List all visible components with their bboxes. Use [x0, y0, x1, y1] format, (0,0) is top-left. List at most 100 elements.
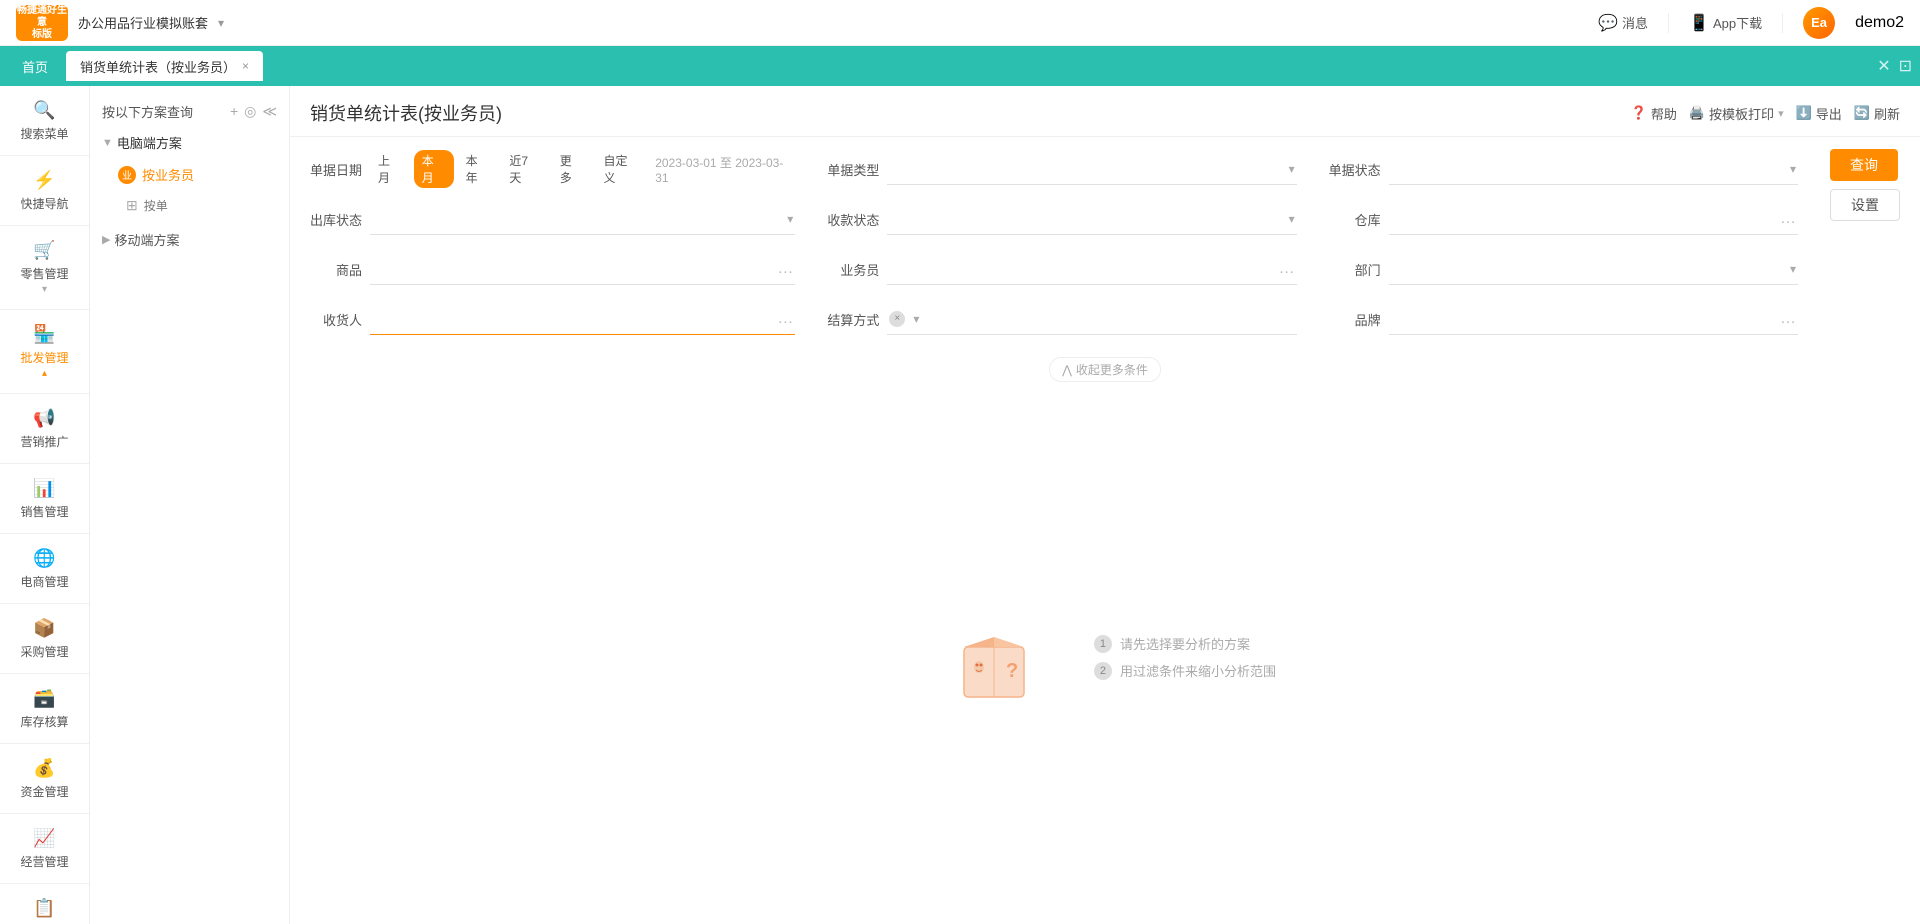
pc-group-label[interactable]: ▼ 电脑端方案: [90, 127, 289, 158]
reset-button[interactable]: 设置: [1830, 189, 1900, 221]
app-download-button[interactable]: 📱 App下载: [1689, 13, 1762, 33]
out-status-down-icon[interactable]: ▾: [785, 212, 795, 226]
filter-out-status-label: 出库状态: [310, 210, 362, 229]
pc-plan-group: ▼ 电脑端方案 业 按业务员 ⊞ 按单: [90, 127, 289, 224]
filter-receiver-label: 收货人: [310, 310, 362, 329]
marketing-icon: 📢: [33, 406, 55, 431]
collect-down-icon[interactable]: ▾: [1287, 212, 1297, 226]
plan-item-by-order[interactable]: ⊞ 按单: [90, 191, 289, 220]
salesman-dots-icon[interactable]: …: [1277, 260, 1297, 278]
sidebar-item-purchase[interactable]: 📦 采购管理: [0, 604, 89, 674]
sidebar-item-ops[interactable]: 📈 经营管理: [0, 814, 89, 884]
filter-department-input[interactable]: [1389, 253, 1788, 284]
company-title: 办公用品行业模拟账套: [78, 13, 208, 32]
collapse-button[interactable]: ⋀ 收起更多条件: [1049, 357, 1161, 382]
filter-department-item: 部门 ▾: [1313, 249, 1814, 289]
basic-icon: 📋: [33, 896, 55, 921]
filter-collect-status-control[interactable]: ▾: [887, 203, 1296, 235]
filter-goods-control[interactable]: …: [370, 253, 795, 285]
filter-brand-control[interactable]: …: [1389, 303, 1798, 335]
filter-status-control[interactable]: ▾: [1389, 153, 1798, 185]
add-plan-icon[interactable]: +: [230, 103, 238, 120]
sidebar: 🔍 搜索菜单 ⚡ 快捷导航 🛒 零售管理 ▾ 🏪 批发管理 ▴ 📢 营销推广 📊…: [0, 86, 90, 924]
plan-item-salesman[interactable]: 业 按业务员: [90, 158, 289, 191]
payment-down-icon[interactable]: ▾: [911, 312, 921, 326]
type-down-icon[interactable]: ▾: [1287, 162, 1297, 176]
brand-dots-icon[interactable]: …: [1778, 310, 1798, 328]
top-header: 畅捷通好生意 标版 办公用品行业模拟账套 ▾ 💬 消息 📱 App下载 Ea d…: [0, 0, 1920, 46]
ecom-icon: 🌐: [33, 546, 55, 571]
filter-status-input[interactable]: [1389, 153, 1788, 184]
sidebar-retail-label: 零售管理: [20, 266, 68, 283]
status-down-icon[interactable]: ▾: [1788, 162, 1798, 176]
sidebar-item-retail[interactable]: 🛒 零售管理 ▾: [0, 226, 89, 310]
date-tab-7days[interactable]: 近7天: [501, 150, 547, 188]
sidebar-item-basic[interactable]: 📋 基础信息: [0, 884, 89, 924]
sidebar-item-sales[interactable]: 📊 销售管理: [0, 464, 89, 534]
sidebar-item-ecom[interactable]: 🌐 电商管理: [0, 534, 89, 604]
filter-type-control[interactable]: ▾: [887, 153, 1296, 185]
message-button[interactable]: 💬 消息: [1598, 13, 1648, 33]
left-panel-icons: + ◎ ≪: [230, 103, 277, 120]
filter-warehouse-control[interactable]: …: [1389, 203, 1798, 235]
tab-home[interactable]: 首页: [8, 51, 62, 81]
date-tab-this-year[interactable]: 本年: [458, 150, 498, 188]
template-print-button[interactable]: 🖨️ 按模板打印 ▾: [1689, 104, 1784, 123]
filter-receiver-input[interactable]: [370, 303, 775, 334]
sidebar-search-label: 搜索菜单: [20, 126, 68, 143]
mobile-group-arrow: ▶: [102, 233, 110, 246]
settings-plan-icon[interactable]: ◎: [244, 103, 256, 120]
filter-warehouse-input[interactable]: [1389, 203, 1778, 234]
sidebar-item-search[interactable]: 🔍 搜索菜单: [0, 86, 89, 156]
filter-payment-control[interactable]: × ▾: [887, 303, 1296, 335]
empty-step-2: 2 用过滤条件来缩小分析范围: [1094, 661, 1276, 680]
filter-goods-input[interactable]: [370, 253, 775, 284]
receiver-dots-icon[interactable]: …: [775, 310, 795, 328]
wholesale-expand-icon: ▴: [42, 367, 47, 381]
header-divider-2: [1782, 13, 1783, 33]
sidebar-item-inventory[interactable]: 🗃️ 库存核算: [0, 674, 89, 744]
date-tabs: 上月 本月 本年 近7天 更多 自定义 2023-03-01 至 2023-03…: [370, 150, 795, 188]
filter-receiver-control[interactable]: …: [370, 303, 795, 335]
date-tab-more[interactable]: 更多: [552, 150, 592, 188]
warehouse-dots-icon[interactable]: …: [1778, 210, 1798, 228]
filter-receiver-item: 收货人 …: [310, 299, 811, 339]
export-button[interactable]: ⬇️ 导出: [1796, 104, 1842, 123]
department-down-icon[interactable]: ▾: [1788, 262, 1798, 276]
company-dropdown-icon[interactable]: ▾: [218, 16, 224, 30]
avatar[interactable]: Ea: [1803, 7, 1835, 39]
filter-salesman-control[interactable]: …: [887, 253, 1296, 285]
date-tab-this-month[interactable]: 本月: [414, 150, 454, 188]
payment-clear-icon[interactable]: ×: [889, 311, 905, 327]
empty-state: ? 1 请先选择要分析的方案 2 用过滤条件来缩小分析范围: [290, 390, 1920, 924]
window-close-icon[interactable]: ✕: [1877, 56, 1890, 76]
tab-close-icon[interactable]: ×: [242, 60, 249, 72]
sidebar-item-nav[interactable]: ⚡ 快捷导航: [0, 156, 89, 226]
goods-dots-icon[interactable]: …: [775, 260, 795, 278]
inventory-icon: 🗃️: [33, 686, 55, 711]
tab-active[interactable]: 销货单统计表（按业务员） ×: [66, 51, 263, 81]
sidebar-item-wholesale[interactable]: 🏪 批发管理 ▴: [0, 310, 89, 394]
date-tab-last-month[interactable]: 上月: [370, 150, 410, 188]
filter-type-input[interactable]: [887, 153, 1286, 184]
filter-goods-item: 商品 …: [310, 249, 811, 289]
collapse-panel-icon[interactable]: ≪: [262, 103, 277, 120]
message-label: 消息: [1622, 13, 1648, 32]
filter-collect-status-input[interactable]: [887, 203, 1286, 234]
date-tab-custom[interactable]: 自定义: [596, 150, 648, 188]
query-button[interactable]: 查询: [1830, 149, 1898, 181]
help-label: 帮助: [1651, 104, 1677, 123]
window-expand-icon[interactable]: ⊡: [1899, 56, 1912, 76]
help-button[interactable]: ❓ 帮助: [1631, 104, 1677, 123]
filter-out-status-input[interactable]: [370, 203, 785, 234]
filter-collect-status-item: 收款状态 ▾: [811, 199, 1312, 239]
sidebar-item-marketing[interactable]: 📢 营销推广: [0, 394, 89, 464]
filter-salesman-input[interactable]: [887, 253, 1276, 284]
filter-out-status-control[interactable]: ▾: [370, 203, 795, 235]
filter-department-control[interactable]: ▾: [1389, 253, 1798, 285]
refresh-button[interactable]: 🔄 刷新: [1854, 104, 1900, 123]
ops-icon: 📈: [33, 826, 55, 851]
mobile-group[interactable]: ▶ 移动端方案: [90, 224, 289, 255]
filter-brand-input[interactable]: [1389, 303, 1778, 334]
sidebar-item-finance[interactable]: 💰 资金管理: [0, 744, 89, 814]
